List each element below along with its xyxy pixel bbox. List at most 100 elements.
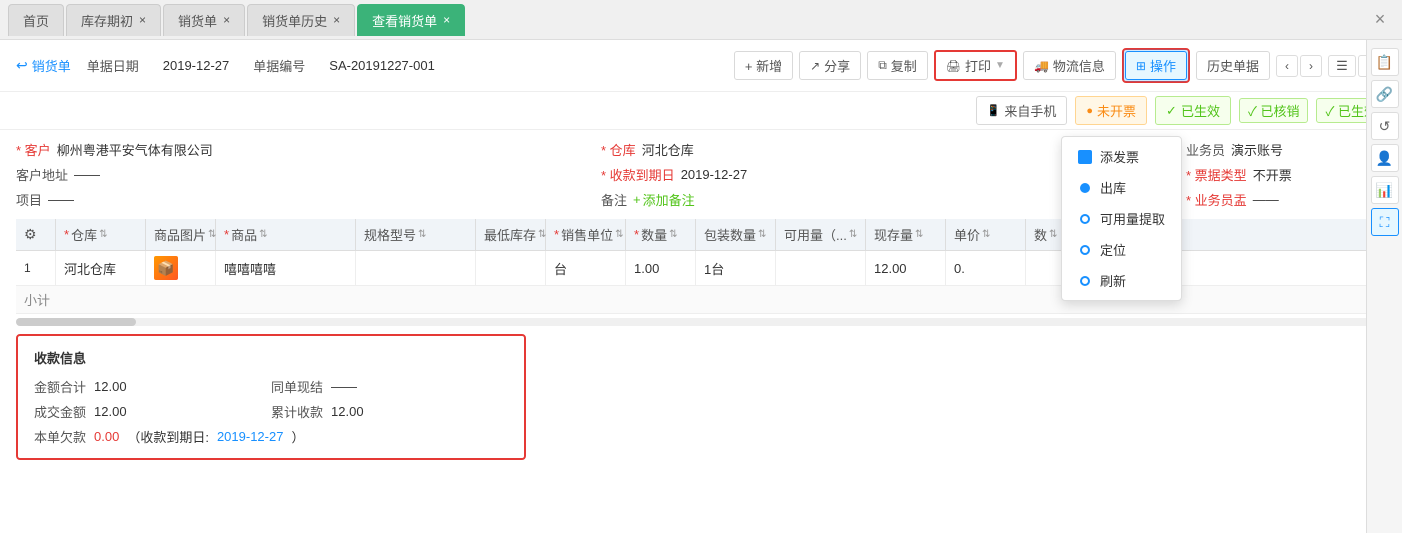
td-price: 0. xyxy=(946,251,1026,285)
side-chart-button[interactable]: 📊 xyxy=(1371,176,1399,204)
print-button[interactable]: 🖨 打印 ▼ xyxy=(934,50,1017,81)
logistics-button[interactable]: 🚚 物流信息 xyxy=(1023,51,1116,80)
project-label: 项目 xyxy=(16,190,42,209)
tab-sales-history[interactable]: 销货单历史 × xyxy=(247,4,355,36)
from-phone-button[interactable]: 📱 来自手机 xyxy=(976,96,1068,125)
locate-item[interactable]: 定位 xyxy=(1062,234,1181,265)
th-settings[interactable]: ⚙ xyxy=(16,219,56,250)
sub-toolbar: 📱 来自手机 ● 未开票 ✓ 已生效 ✓ 已核销 ✓ 已生效 xyxy=(0,92,1402,130)
operation-dropdown: 添发票 出库 可用量提取 定位 刷新 xyxy=(1061,136,1182,301)
customer-value: 柳州粤港平安气体有限公司 xyxy=(57,140,213,159)
th-spec: 规格型号 ⇅ xyxy=(356,219,476,250)
th-stock: 现存量 ⇅ xyxy=(866,219,946,250)
add-invoice-item[interactable]: 添发票 xyxy=(1062,141,1181,172)
owed-label: 本单欠款 xyxy=(34,427,86,446)
td-qty: 1.00 xyxy=(626,251,696,285)
tab-home[interactable]: 首页 xyxy=(8,4,64,36)
tab-sales-order[interactable]: 销货单 × xyxy=(163,4,245,36)
copy-button[interactable]: ⧉ 复制 xyxy=(867,51,928,80)
transaction-label: 成交金额 xyxy=(34,402,86,421)
window-close-button[interactable]: × xyxy=(1366,6,1394,34)
add-note-button[interactable]: + 添加备注 xyxy=(633,190,695,209)
share-button[interactable]: ↗ 分享 xyxy=(799,51,861,80)
form-area: 客户 柳州粤港平安气体有限公司 仓库 河北仓库 业务员 演示账号 客户地址 ——… xyxy=(0,130,1402,219)
owed-row: 本单欠款 0.00 （收款到期日: 2019-12-27 ） xyxy=(34,427,508,446)
td-product: 嘻嘻嘻嘻 xyxy=(216,251,356,285)
operation-button[interactable]: ⊞ 操作 xyxy=(1125,51,1187,80)
th-warehouse: *仓库 ⇅ xyxy=(56,219,146,250)
th-product: *商品 ⇅ xyxy=(216,219,356,250)
side-expand-button[interactable]: ⛶ xyxy=(1371,208,1399,236)
tab-bar: 首页 库存期初 × 销货单 × 销货单历史 × 查看销货单 × × xyxy=(0,0,1402,40)
cumulative-label: 累计收款 xyxy=(271,402,323,421)
staff2-label: 业务员盂 xyxy=(1186,190,1247,209)
list-view-button[interactable]: ☰ xyxy=(1328,55,1356,77)
side-return-button[interactable]: ↺ xyxy=(1371,112,1399,140)
tab-inventory-init[interactable]: 库存期初 × xyxy=(66,4,161,36)
side-user-button[interactable]: 👤 xyxy=(1371,144,1399,172)
total-value: 12.00 xyxy=(94,379,127,394)
date-label: 单据日期 xyxy=(87,56,139,75)
staff2-field: 业务员盂 —— xyxy=(1186,190,1386,209)
outbound-item[interactable]: 出库 xyxy=(1062,172,1181,203)
td-spec xyxy=(356,251,476,285)
customer-field: 客户 柳州粤港平安气体有限公司 xyxy=(16,140,216,159)
note-field: 备注 + 添加备注 xyxy=(601,190,801,209)
verify-status-button[interactable]: ✓ 已生效 xyxy=(1155,96,1231,125)
th-minstock: 最低库存 ⇅ xyxy=(476,219,546,250)
owed-suffix: ） xyxy=(291,427,304,446)
owed-prefix: （收款到期日: xyxy=(127,427,209,446)
th-price: 单价 ⇅ xyxy=(946,219,1026,250)
th-avail: 可用量（... ⇅ xyxy=(776,219,866,250)
tab-view-sales[interactable]: 查看销货单 × xyxy=(357,4,465,36)
sold-badge[interactable]: ✓ 已核销 xyxy=(1239,98,1309,123)
side-doc-button[interactable]: 📋 xyxy=(1371,48,1399,76)
total-label: 金额合计 xyxy=(34,377,86,396)
ticket-value: 不开票 xyxy=(1253,165,1292,184)
th-packqty: 包装数量 ⇅ xyxy=(696,219,776,250)
due-date-field: 收款到期日 2019-12-27 xyxy=(601,165,801,184)
scroll-thumb[interactable] xyxy=(16,318,136,326)
tab-close-history[interactable]: × xyxy=(333,13,340,27)
invoice-status-button[interactable]: ● 未开票 xyxy=(1075,96,1147,125)
payment-info-box: 收款信息 金额合计 12.00 同单现结 —— 成交金额 12.00 累计收款 … xyxy=(16,334,526,460)
refresh-item[interactable]: 刷新 xyxy=(1062,265,1181,296)
note-label: 备注 xyxy=(601,190,627,209)
subtotal-label: 小计 xyxy=(16,286,126,313)
customer-label: 客户 xyxy=(16,140,51,159)
prev-button[interactable]: ‹ xyxy=(1276,55,1298,77)
side-link-button[interactable]: 🔗 xyxy=(1371,80,1399,108)
settings-icon[interactable]: ⚙ xyxy=(24,226,37,243)
td-avail xyxy=(776,251,866,285)
th-img: 商品图片 ⇅ xyxy=(146,219,216,250)
date-value: 2019-12-27 xyxy=(163,58,230,73)
available-qty-item[interactable]: 可用量提取 xyxy=(1062,203,1181,234)
th-qty: *数量 ⇅ xyxy=(626,219,696,250)
doc-header: ↩ 销货单 单据日期 2019-12-27 单据编号 SA-20191227-0… xyxy=(0,40,1402,92)
next-button[interactable]: › xyxy=(1300,55,1322,77)
outbound-icon xyxy=(1080,183,1090,193)
td-salesunit: 台 xyxy=(546,251,626,285)
payment-grid: 金额合计 12.00 同单现结 —— 成交金额 12.00 累计收款 12.00… xyxy=(34,377,508,446)
available-icon xyxy=(1080,214,1090,224)
tab-close-sales[interactable]: × xyxy=(223,13,230,27)
doc-meta: 单据日期 2019-12-27 单据编号 SA-20191227-001 xyxy=(87,56,435,75)
history-button[interactable]: 历史单据 xyxy=(1196,51,1270,80)
owed-value: 0.00 xyxy=(94,429,119,444)
due-date-label: 收款到期日 xyxy=(601,165,675,184)
staff2-value: —— xyxy=(1253,192,1279,207)
no-label: 单据编号 xyxy=(253,56,305,75)
horizontal-scrollbar[interactable] xyxy=(16,318,1386,326)
main-content: ↩ 销货单 单据日期 2019-12-27 单据编号 SA-20191227-0… xyxy=(0,40,1402,533)
project-field: 项目 —— xyxy=(16,190,216,209)
locate-icon xyxy=(1080,245,1090,255)
tab-close-view[interactable]: × xyxy=(443,13,450,27)
tab-close-inventory[interactable]: × xyxy=(139,13,146,27)
cumulative-row: 累计收款 12.00 xyxy=(271,402,508,421)
same-settle-label: 同单现结 xyxy=(271,377,323,396)
due-date-value: 2019-12-27 xyxy=(681,167,748,182)
new-button[interactable]: + 新增 xyxy=(734,51,793,80)
warehouse-label: 仓库 xyxy=(601,140,636,159)
transaction-row: 成交金额 12.00 xyxy=(34,402,271,421)
same-settle-value: —— xyxy=(331,379,357,394)
